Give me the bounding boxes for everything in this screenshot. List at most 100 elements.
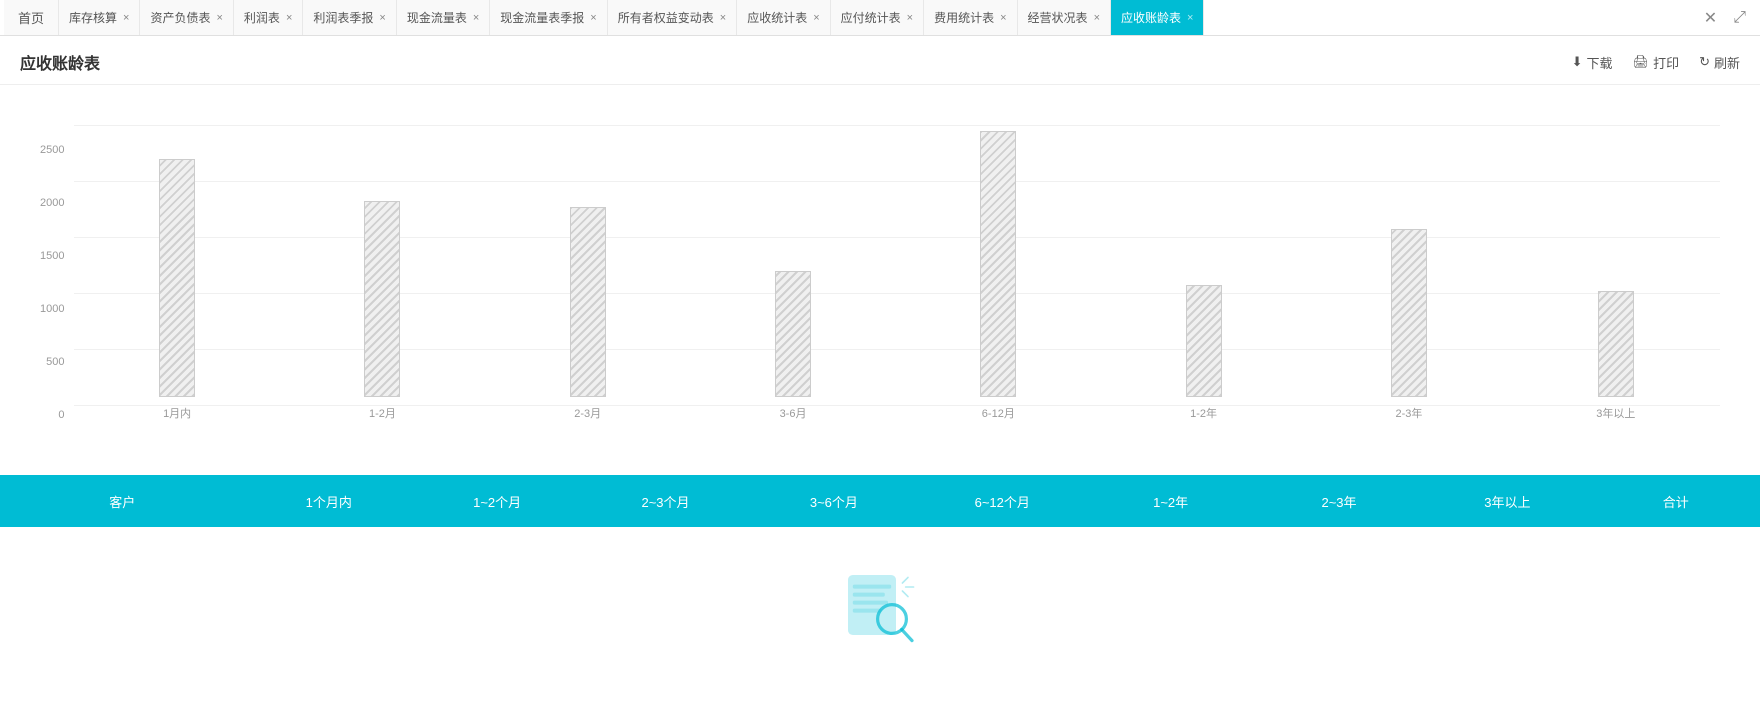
tab-balance[interactable]: 资产负债表 × [140, 0, 233, 36]
tab-profit-quarterly[interactable]: 利润表季报 × [303, 0, 396, 36]
table-header-cell: 2~3个月 [581, 492, 749, 511]
bar-label: 1月内 [163, 405, 191, 421]
main-content: 2500 2000 1500 1000 500 0 1月内 1-2月 2-3月 3-6… [0, 85, 1760, 721]
tab-ar-aging-close[interactable]: × [1187, 12, 1193, 24]
bar [364, 201, 400, 397]
table-header: 客户1个月内1~2个月2~3个月3~6个月6~12个月1~2年2~3年3年以上合… [0, 475, 1760, 527]
bar-label: 6-12月 [982, 405, 1015, 421]
page-header: 应收账龄表 ⬇ 下载 🖨 打印 ↻ 刷新 [0, 36, 1760, 85]
table-header-cell: 合计 [1592, 492, 1760, 511]
empty-illustration [830, 567, 930, 647]
tab-expense-stats-label: 费用统计表 [934, 9, 994, 26]
tab-balance-label: 资产负债表 [150, 9, 210, 26]
bar-group: 1-2月 [364, 201, 400, 421]
bar-label: 2-3月 [574, 405, 601, 421]
bar [1186, 285, 1222, 397]
chart-plot: 1月内 1-2月 2-3月 3-6月 6-12月 1-2年 2-3年 3年以上 [74, 125, 1720, 445]
y-label-2000: 2000 [40, 198, 64, 209]
print-button[interactable]: 🖨 打印 [1633, 53, 1680, 72]
download-label: 下载 [1587, 53, 1613, 72]
tab-home[interactable]: 首页 [4, 0, 59, 36]
bar [1598, 291, 1634, 397]
tab-operations-label: 经营状况表 [1028, 9, 1088, 26]
download-button[interactable]: ⬇ 下载 [1572, 53, 1613, 72]
print-icon: 🖨 [1633, 54, 1650, 70]
bar-group: 2-3年 [1391, 229, 1427, 421]
tab-profit-close[interactable]: × [286, 12, 292, 24]
bar-label: 2-3年 [1395, 405, 1422, 421]
tab-ar-aging-label: 应收账龄表 [1121, 9, 1181, 26]
tab-expense-stats-close[interactable]: × [1000, 12, 1006, 24]
chart-area: 2500 2000 1500 1000 500 0 1月内 1-2月 2-3月 3-6… [0, 85, 1760, 475]
bar [980, 131, 1016, 397]
tab-ar-stats-close[interactable]: × [813, 12, 819, 24]
table-header-cell: 3年以上 [1423, 492, 1591, 511]
tab-cashflow-label: 现金流量表 [407, 9, 467, 26]
tab-inventory-close[interactable]: × [123, 12, 129, 24]
table-header-cell: 客户 [0, 492, 245, 511]
tab-ap-stats-label: 应付统计表 [841, 9, 901, 26]
bar-group: 3-6月 [775, 271, 811, 421]
bar-label: 3年以上 [1596, 405, 1635, 421]
y-label-500: 500 [46, 357, 64, 368]
table-header-cell: 2~3年 [1255, 492, 1423, 511]
bar-group: 6-12月 [980, 131, 1016, 421]
tab-ar-aging[interactable]: 应收账龄表 × [1111, 0, 1204, 36]
table-header-cell: 1个月内 [245, 492, 413, 511]
y-label-1000: 1000 [40, 304, 64, 315]
table-header-cell: 1~2个月 [413, 492, 581, 511]
tab-operations-close[interactable]: × [1094, 12, 1100, 24]
grid-line [74, 125, 1720, 126]
refresh-icon: ↻ [1699, 54, 1710, 70]
y-label-1500: 1500 [40, 251, 64, 262]
table-header-cell: 1~2年 [1086, 492, 1254, 511]
tab-profit[interactable]: 利润表 × [234, 0, 303, 36]
tab-expense-stats[interactable]: 费用统计表 × [924, 0, 1017, 36]
bar-group: 1月内 [159, 159, 195, 421]
bar [570, 207, 606, 397]
window-maximize-button[interactable]: ⤢ [1727, 7, 1752, 29]
bar-label: 1-2月 [369, 405, 396, 421]
tab-cashflow-quarterly-label: 现金流量表季报 [500, 9, 584, 26]
bar [775, 271, 811, 397]
tab-bar-actions: ✕ ⤢ [1698, 6, 1756, 30]
bar [1391, 229, 1427, 397]
tab-home-label: 首页 [18, 8, 44, 27]
tab-cashflow-close[interactable]: × [473, 12, 479, 24]
tab-inventory[interactable]: 库存核算 × [59, 0, 140, 36]
tab-profit-quarterly-close[interactable]: × [379, 12, 385, 24]
bars-row: 1月内 1-2月 2-3月 3-6月 6-12月 1-2年 2-3年 3年以上 [74, 141, 1720, 421]
tab-cashflow[interactable]: 现金流量表 × [397, 0, 490, 36]
bar-group: 2-3月 [570, 207, 606, 421]
tab-ar-stats[interactable]: 应收统计表 × [737, 0, 830, 36]
page-actions: ⬇ 下载 🖨 打印 ↻ 刷新 [1572, 53, 1740, 72]
table-header-cell: 6~12个月 [918, 492, 1086, 511]
print-label: 打印 [1653, 53, 1679, 72]
tab-balance-close[interactable]: × [216, 12, 222, 24]
empty-area [0, 527, 1760, 721]
window-close-button[interactable]: ✕ [1698, 6, 1723, 30]
tab-cashflow-quarterly-close[interactable]: × [590, 12, 596, 24]
bar-label: 1-2年 [1190, 405, 1217, 421]
tab-profit-quarterly-label: 利润表季报 [313, 9, 373, 26]
table-header-cell: 3~6个月 [750, 492, 918, 511]
bar-group: 1-2年 [1186, 285, 1222, 421]
refresh-label: 刷新 [1714, 53, 1740, 72]
tab-ap-stats[interactable]: 应付统计表 × [831, 0, 924, 36]
bar-label: 3-6月 [780, 405, 807, 421]
tab-inventory-label: 库存核算 [69, 9, 117, 26]
page-title: 应收账龄表 [20, 50, 100, 74]
y-label-0: 0 [58, 410, 64, 421]
download-icon: ⬇ [1572, 54, 1583, 70]
y-axis: 2500 2000 1500 1000 500 0 [40, 145, 64, 445]
bar [159, 159, 195, 397]
tab-ar-stats-label: 应收统计表 [747, 9, 807, 26]
tab-operations[interactable]: 经营状况表 × [1018, 0, 1111, 36]
tab-ap-stats-close[interactable]: × [907, 12, 913, 24]
refresh-button[interactable]: ↻ 刷新 [1699, 53, 1740, 72]
tab-equity-close[interactable]: × [720, 12, 726, 24]
tab-cashflow-quarterly[interactable]: 现金流量表季报 × [490, 0, 607, 36]
tab-equity-label: 所有者权益变动表 [618, 9, 714, 26]
tab-equity[interactable]: 所有者权益变动表 × [608, 0, 737, 36]
y-label-2500: 2500 [40, 145, 64, 156]
